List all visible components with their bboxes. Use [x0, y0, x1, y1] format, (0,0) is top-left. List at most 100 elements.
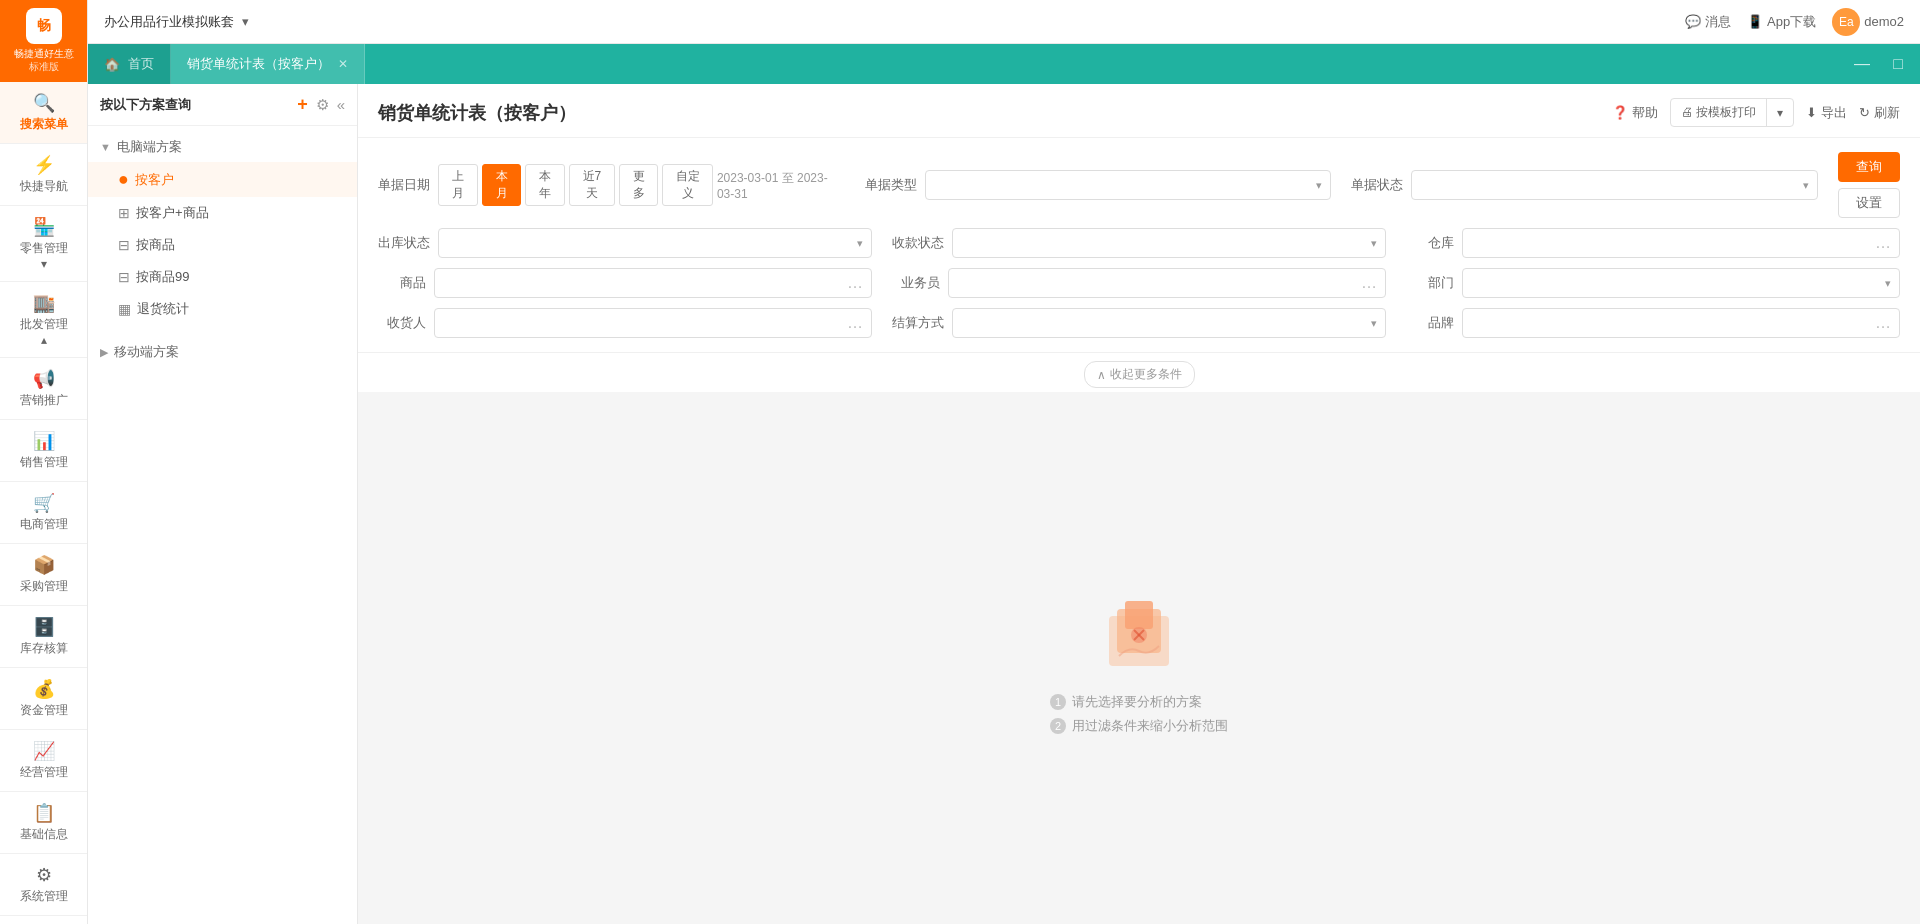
sidebar-item-quicknav[interactable]: ⚡ 快捷导航 [0, 144, 87, 206]
topbar-dropdown-icon[interactable]: ▾ [242, 14, 249, 29]
filter-date-item: 单据日期 上月 本月 本年 近7天 更多 自定义 2023-03-01 至 20… [378, 164, 845, 206]
tree-parent-desktop[interactable]: ▼ 电脑端方案 [88, 132, 357, 162]
sidebar-item-system[interactable]: ⚙ 系统管理 [0, 854, 87, 916]
tab-sales-stat[interactable]: 销货单统计表（按客户） ✕ [171, 44, 365, 84]
empty-tip-2: 2 用过滤条件来缩小分析范围 [1050, 717, 1228, 735]
sidebar-item-finance[interactable]: 💰 资金管理 [0, 668, 87, 730]
settings-button[interactable]: 设置 [1838, 188, 1900, 218]
tree-section-mobile: ▶ 移动端方案 [88, 331, 357, 373]
sidebar-item-search[interactable]: 🔍 搜索菜单 [0, 82, 87, 144]
sidebar-item-sales-label: 销售管理 [20, 454, 68, 471]
add-scheme-button[interactable]: + [297, 94, 308, 115]
tree-child-by-customer-label: 按客户 [135, 171, 174, 189]
date-btn-more[interactable]: 更多 [619, 164, 659, 206]
receiver-select[interactable]: … [434, 308, 872, 338]
home-icon: 🏠 [104, 57, 120, 72]
filter-warehouse-item: 仓库 … [1406, 228, 1900, 258]
sidebar-item-sales[interactable]: 📊 销售管理 [0, 420, 87, 482]
tree-child-refund-label: 退货统计 [137, 300, 189, 318]
dept-label: 部门 [1406, 274, 1454, 292]
brand-dots[interactable]: … [1875, 314, 1891, 332]
filter-action-buttons: 查询 设置 [1838, 152, 1900, 218]
purchase-icon: 📦 [33, 554, 55, 576]
sidebar-item-finance-label: 资金管理 [20, 702, 68, 719]
filter-area: 单据日期 上月 本月 本年 近7天 更多 自定义 2023-03-01 至 20… [358, 138, 1920, 353]
help-icon: ❓ [1612, 105, 1628, 120]
goods-label: 商品 [378, 274, 426, 292]
warehouse-select[interactable]: … [1462, 228, 1900, 258]
sidebar-item-wholesale-label: 批发管理 [20, 316, 68, 333]
tree-child-by-goods[interactable]: ⊟ 按商品 [88, 229, 357, 261]
docstatus-label: 单据状态 [1351, 176, 1403, 194]
collapse-filter-button[interactable]: ∧ 收起更多条件 [1084, 361, 1195, 388]
sidebar-item-wholesale[interactable]: 🏬 批发管理 ▴ [0, 282, 87, 358]
left-panel-actions: + ⚙ « [297, 94, 345, 115]
refresh-label: 刷新 [1874, 104, 1900, 122]
empty-state-icon [1089, 581, 1189, 681]
date-btn-custom[interactable]: 自定义 [662, 164, 713, 206]
svg-rect-2 [1125, 601, 1153, 629]
refresh-icon: ↻ [1859, 105, 1870, 120]
message-button[interactable]: 💬 消息 [1685, 13, 1731, 31]
sidebar-item-enterprise[interactable]: 🤝 企业协同 [0, 916, 87, 924]
date-btn-thisyear[interactable]: 本年 [525, 164, 565, 206]
filter-dept-item: 部门 ▾ [1406, 268, 1900, 298]
date-btn-last7days[interactable]: 近7天 [569, 164, 615, 206]
collapse-panel-button[interactable]: « [337, 96, 345, 113]
staff-select[interactable]: … [948, 268, 1386, 298]
docstatus-select[interactable]: ▾ [1411, 170, 1818, 200]
sidebar-item-ecommerce[interactable]: 🛒 电商管理 [0, 482, 87, 544]
warehouse-dots[interactable]: … [1875, 234, 1891, 252]
tree-child-by-customer-goods[interactable]: ⊞ 按客户+商品 [88, 197, 357, 229]
tree-child-refund-stat[interactable]: ▦ 退货统计 [88, 293, 357, 325]
settlement-select[interactable]: ▾ [952, 308, 1386, 338]
tab-home[interactable]: 🏠 首页 [88, 44, 171, 84]
sidebar-item-retail[interactable]: 🏪 零售管理 ▾ [0, 206, 87, 282]
retail-dropdown-icon: ▾ [41, 257, 47, 271]
tab-close-button[interactable]: ✕ [338, 57, 348, 71]
date-btn-thismonth[interactable]: 本月 [482, 164, 522, 206]
print-dropdown-button[interactable]: ▾ [1767, 101, 1793, 125]
sidebar-item-marketing[interactable]: 📢 营销推广 [0, 358, 87, 420]
query-button[interactable]: 查询 [1838, 152, 1900, 182]
dept-select[interactable]: ▾ [1462, 268, 1900, 298]
export-label: 导出 [1821, 104, 1847, 122]
tree-child-by-customer[interactable]: ● 按客户 [88, 162, 357, 197]
tree-parent-mobile[interactable]: ▶ 移动端方案 [88, 337, 357, 367]
tip-text-1: 请先选择要分析的方案 [1072, 693, 1202, 711]
settings-scheme-button[interactable]: ⚙ [316, 96, 329, 114]
user-profile[interactable]: Ea demo2 [1832, 8, 1904, 36]
export-button[interactable]: ⬇ 导出 [1806, 104, 1847, 122]
doctype-select[interactable]: ▾ [925, 170, 1332, 200]
refresh-button[interactable]: ↻ 刷新 [1859, 104, 1900, 122]
right-panel: 销货单统计表（按客户） ❓ 帮助 🖨 按模板打印 ▾ ⬇ [358, 84, 1920, 924]
shipstatus-select[interactable]: ▾ [438, 228, 872, 258]
tree-child-by-goods99[interactable]: ⊟ 按商品99 [88, 261, 357, 293]
minimize-button[interactable]: — [1848, 50, 1876, 78]
sidebar-item-inventory[interactable]: 🗄️ 库存核算 [0, 606, 87, 668]
filter-goods-item: 商品 … [378, 268, 872, 298]
logo-subtext: 标准版 [29, 60, 59, 74]
staff-dots[interactable]: … [1361, 274, 1377, 292]
date-btn-lastmonth[interactable]: 上月 [438, 164, 478, 206]
receiver-dots[interactable]: … [847, 314, 863, 332]
paystatus-select[interactable]: ▾ [952, 228, 1386, 258]
sidebar-item-system-label: 系统管理 [20, 888, 68, 905]
brand-select[interactable]: … [1462, 308, 1900, 338]
collapse-arrow-icon: ∧ [1097, 368, 1106, 382]
goods-select[interactable]: … [434, 268, 872, 298]
tree-child-by-custgoods-label: 按客户+商品 [136, 204, 209, 222]
print-button[interactable]: 🖨 按模板打印 [1671, 99, 1767, 126]
app-download-button[interactable]: 📱 App下载 [1747, 13, 1816, 31]
filter-shipstatus-item: 出库状态 ▾ [378, 228, 872, 258]
date-range-display: 2023-03-01 至 2023-03-31 [717, 170, 845, 201]
filter-row-4: 收货人 … 结算方式 ▾ 品牌 [378, 308, 1900, 338]
goods-dots[interactable]: … [847, 274, 863, 292]
sidebar-item-operations[interactable]: 📈 经营管理 [0, 730, 87, 792]
tip-text-2: 用过滤条件来缩小分析范围 [1072, 717, 1228, 735]
maximize-button[interactable]: □ [1884, 50, 1912, 78]
sidebar-item-basic[interactable]: 📋 基础信息 [0, 792, 87, 854]
help-button[interactable]: ❓ 帮助 [1612, 104, 1658, 122]
marketing-icon: 📢 [33, 368, 55, 390]
sidebar-item-purchase[interactable]: 📦 采购管理 [0, 544, 87, 606]
